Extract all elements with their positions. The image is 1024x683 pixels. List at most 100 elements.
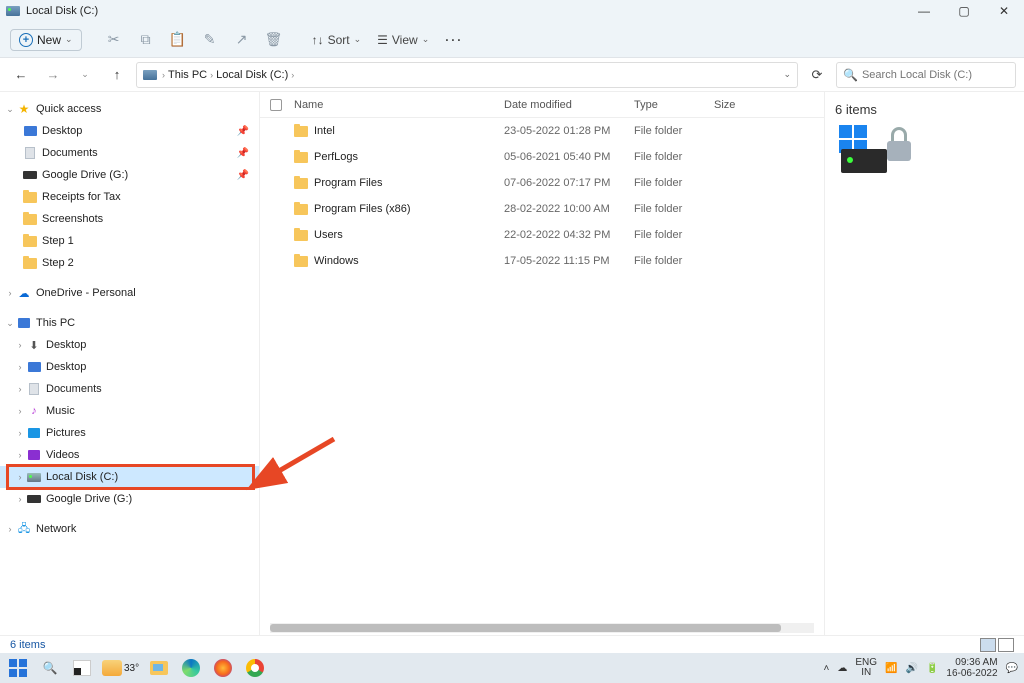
tree-item[interactable]: ›⬇Desktop (0, 334, 259, 356)
highlight-box (6, 464, 255, 490)
battery-icon[interactable]: 🔋 (926, 663, 938, 674)
file-row[interactable]: PerfLogs05-06-2021 05:40 PMFile folder (260, 144, 824, 170)
expand-icon[interactable]: › (14, 362, 26, 372)
file-row[interactable]: Program Files (x86)28-02-2022 10:00 AMFi… (260, 196, 824, 222)
file-name: Users (314, 229, 343, 241)
disk-icon (143, 70, 157, 80)
expand-icon[interactable]: › (4, 524, 16, 534)
sort-button[interactable]: ↑↓ Sort ⌄ (306, 30, 368, 50)
tree-this-pc[interactable]: ⌄ This PC (0, 312, 259, 334)
new-label: New (37, 33, 61, 47)
file-row[interactable]: Program Files07-06-2022 07:17 PMFile fol… (260, 170, 824, 196)
expand-icon[interactable]: › (14, 340, 26, 350)
breadcrumb-item[interactable]: Local Disk (C:) (216, 69, 288, 81)
tree-onedrive[interactable]: › ☁ OneDrive - Personal (0, 282, 259, 304)
language-indicator[interactable]: ENG IN (855, 658, 877, 678)
expand-icon[interactable]: › (14, 428, 26, 438)
tree-item-local-disk[interactable]: ›Local Disk (C:) (0, 466, 259, 488)
weather-widget[interactable]: 33° (102, 660, 139, 676)
close-button[interactable]: ✕ (984, 0, 1024, 22)
select-all-checkbox[interactable] (270, 99, 282, 111)
back-button[interactable]: ← (8, 62, 34, 88)
refresh-button[interactable]: ⟳ (804, 62, 830, 88)
view-button[interactable]: ☰ View ⌄ (371, 30, 435, 50)
expand-icon[interactable]: › (4, 288, 16, 298)
file-date: 22-02-2022 04:32 PM (504, 229, 634, 241)
expand-icon[interactable]: › (14, 450, 26, 460)
pc-icon (18, 318, 30, 328)
file-row[interactable]: Intel23-05-2022 01:28 PMFile folder (260, 118, 824, 144)
up-button[interactable]: ↑ (104, 62, 130, 88)
cut-icon[interactable]: ✂ (100, 26, 128, 54)
col-type[interactable]: Type (634, 99, 714, 111)
copy-icon[interactable]: ⧉ (132, 26, 160, 54)
tree-item[interactable]: Documents📌 (0, 142, 259, 164)
volume-icon[interactable]: 🔊 (905, 663, 917, 674)
chevron-down-icon[interactable]: ⌄ (783, 69, 791, 80)
search-box[interactable]: 🔍 (836, 62, 1016, 88)
file-row[interactable]: Users22-02-2022 04:32 PMFile folder (260, 222, 824, 248)
file-type: File folder (634, 203, 714, 215)
tree-item[interactable]: Receipts for Tax (0, 186, 259, 208)
breadcrumb[interactable]: › This PC › Local Disk (C:) › ⌄ (136, 62, 798, 88)
tree-label: This PC (36, 317, 75, 329)
tree-item[interactable]: ›Documents (0, 378, 259, 400)
expand-icon[interactable]: › (14, 384, 26, 394)
search-input[interactable] (862, 69, 1009, 81)
delete-icon[interactable]: 🗑 (260, 26, 288, 54)
forward-button[interactable]: → (40, 62, 66, 88)
minimize-button[interactable]: ― (904, 0, 944, 22)
collapse-icon[interactable]: ⌄ (4, 104, 16, 115)
edge-icon[interactable] (179, 656, 203, 680)
tree-item[interactable]: Step 1 (0, 230, 259, 252)
horizontal-scrollbar[interactable] (270, 623, 814, 633)
file-name: Intel (314, 125, 335, 137)
tree-item[interactable]: ›Videos (0, 444, 259, 466)
task-view-icon[interactable] (70, 656, 94, 680)
firefox-icon[interactable] (211, 656, 235, 680)
expand-icon[interactable]: › (14, 494, 26, 504)
tree-item[interactable]: Desktop📌 (0, 120, 259, 142)
chrome-icon[interactable] (243, 656, 267, 680)
tray-chevron-icon[interactable]: ˄ (824, 663, 830, 674)
col-date[interactable]: Date modified (504, 99, 634, 111)
col-size[interactable]: Size (714, 99, 774, 111)
share-icon[interactable]: ↗ (228, 26, 256, 54)
file-explorer-icon[interactable] (147, 656, 171, 680)
expand-icon[interactable]: › (14, 406, 26, 416)
tree-item[interactable]: Step 2 (0, 252, 259, 274)
recent-chevron-icon[interactable]: ⌄ (72, 62, 98, 88)
pin-icon: 📌 (237, 126, 249, 137)
wifi-icon[interactable]: 📶 (885, 663, 897, 674)
maximize-button[interactable]: ▢ (944, 0, 984, 22)
tree-label: Google Drive (G:) (42, 169, 128, 181)
expand-icon[interactable]: › (14, 472, 26, 482)
thumbnails-view-icon[interactable] (998, 638, 1014, 652)
details-view-icon[interactable] (980, 638, 996, 652)
new-button[interactable]: + New ⌄ (10, 29, 82, 51)
chevron-down-icon: ⌄ (65, 34, 73, 45)
onedrive-tray-icon[interactable]: ☁ (837, 663, 847, 674)
tree-item[interactable]: ›Google Drive (G:) (0, 488, 259, 510)
tree-quick-access[interactable]: ⌄ ★ Quick access (0, 98, 259, 120)
more-button[interactable]: ··· (439, 30, 469, 50)
tree-network[interactable]: › 🖧 Network (0, 518, 259, 540)
notification-icon[interactable]: 💬 (1006, 663, 1018, 674)
tree-item[interactable]: ›Desktop (0, 356, 259, 378)
tree-item[interactable]: Screenshots (0, 208, 259, 230)
clock[interactable]: 09:36 AM 16-06-2022 (946, 657, 997, 679)
folder-icon (294, 256, 308, 267)
collapse-icon[interactable]: ⌄ (4, 318, 16, 329)
rename-icon[interactable]: ✎ (196, 26, 224, 54)
tree-item[interactable]: ›Pictures (0, 422, 259, 444)
tree-item[interactable]: Google Drive (G:)📌 (0, 164, 259, 186)
search-icon[interactable]: 🔍 (38, 656, 62, 680)
col-name[interactable]: Name (294, 99, 504, 111)
tree-item[interactable]: ›♪Music (0, 400, 259, 422)
file-date: 23-05-2022 01:28 PM (504, 125, 634, 137)
start-button[interactable] (6, 656, 30, 680)
paste-icon[interactable]: 📋 (164, 26, 192, 54)
file-row[interactable]: Windows17-05-2022 11:15 PMFile folder (260, 248, 824, 274)
tree-label: Screenshots (42, 213, 103, 225)
breadcrumb-item[interactable]: This PC (168, 69, 207, 81)
